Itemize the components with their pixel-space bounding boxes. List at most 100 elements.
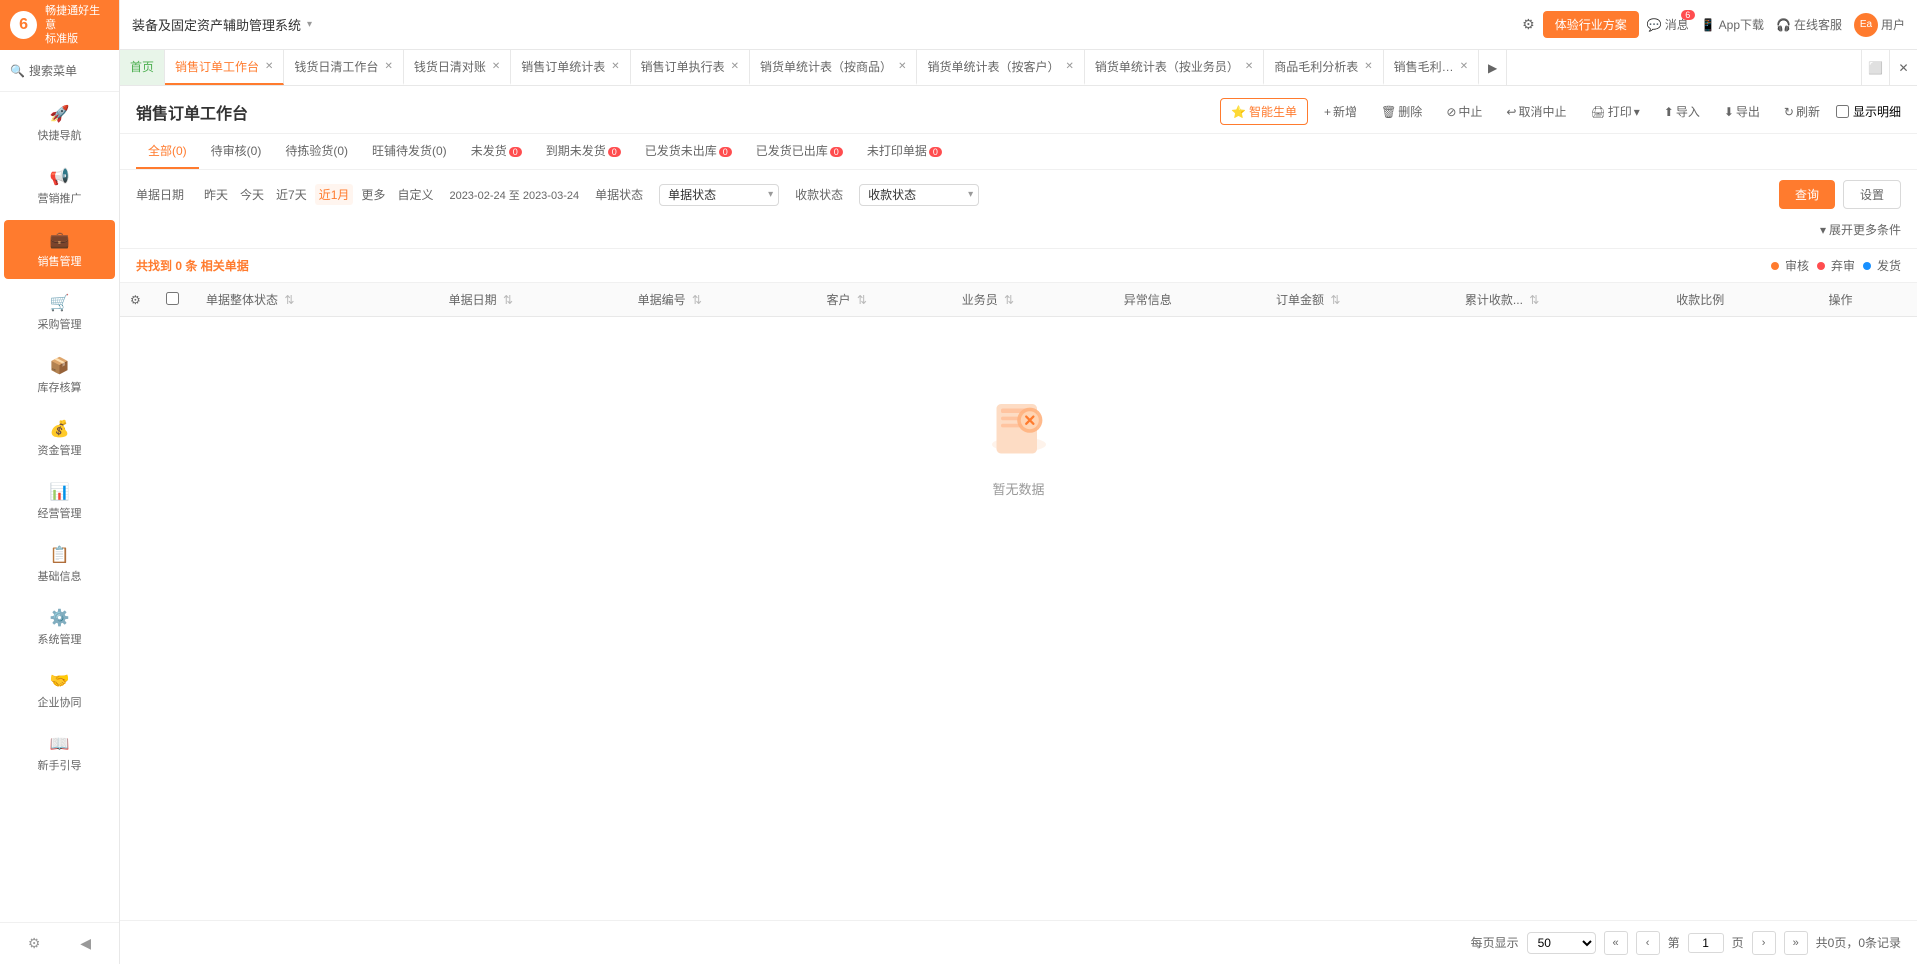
tab-restore-button[interactable]: ⬜ <box>1861 50 1889 86</box>
page-input[interactable] <box>1688 933 1724 953</box>
online-service-button[interactable]: 🎧 在线客服 <box>1776 16 1842 33</box>
expand-filter-button[interactable]: ▾ 展开更多条件 <box>1820 221 1901 238</box>
filter-opt-today[interactable]: 今天 <box>236 184 268 205</box>
tab-customer-stats[interactable]: 销货单统计表（按客户） ✕ <box>917 50 1084 85</box>
sidebar-item-sales[interactable]: 💼 销售管理 <box>4 220 115 279</box>
tab-home[interactable]: 首页 <box>120 50 165 85</box>
stop-button[interactable]: ⊘ 中止 <box>1438 99 1490 124</box>
tab-cash-daily[interactable]: 钱货日清工作台 ✕ <box>284 50 403 85</box>
tab-close-all-button[interactable]: ✕ <box>1889 50 1917 86</box>
tab-close-icon[interactable]: ✕ <box>611 61 619 72</box>
tab-close-icon[interactable]: ✕ <box>1245 61 1253 72</box>
system-icon: ⚙️ <box>50 608 70 628</box>
export-button[interactable]: ⬇ 导出 <box>1716 99 1768 124</box>
sub-tab-all[interactable]: 全部(0) <box>136 134 199 169</box>
experience-button[interactable]: 体验行业方案 <box>1543 11 1639 38</box>
import-icon: ⬆ <box>1664 105 1674 119</box>
new-button[interactable]: + 新增 <box>1316 99 1365 124</box>
filter-opt-custom[interactable]: 自定义 <box>393 184 437 205</box>
show-detail-checkbox[interactable] <box>1836 105 1849 118</box>
cancel-stop-button[interactable]: ↩ 取消中止 <box>1498 99 1574 124</box>
message-button[interactable]: 💬 消息 6 <box>1647 16 1689 33</box>
filter-setting-button[interactable]: 设置 <box>1843 180 1901 209</box>
tab-close-icon[interactable]: ✕ <box>1364 61 1372 72</box>
tab-more-button[interactable]: ▶ <box>1479 50 1507 85</box>
col-settings[interactable]: ⚙ <box>120 283 156 317</box>
horizontal-scroll[interactable] <box>120 906 1917 920</box>
refresh-button[interactable]: ↻ 刷新 <box>1776 99 1828 124</box>
tab-staff-stats[interactable]: 销货单统计表（按业务员） ✕ <box>1085 50 1264 85</box>
show-detail-checkbox-wrap[interactable]: 显示明细 <box>1836 103 1901 120</box>
smart-create-button[interactable]: ⭐ 智能生单 <box>1220 98 1308 125</box>
query-button[interactable]: 查询 <box>1779 180 1835 209</box>
filter-opt-month[interactable]: 近1月 <box>315 184 354 205</box>
prev-page-button[interactable]: ‹ <box>1636 931 1660 955</box>
col-checkbox[interactable] <box>156 283 196 317</box>
sub-tab-not-shipped[interactable]: 未发货0 <box>459 134 534 169</box>
sidebar-item-finance[interactable]: 💰 资金管理 <box>4 409 115 468</box>
tab-sales-workbench[interactable]: 销售订单工作台 ✕ <box>165 50 284 85</box>
sidebar-item-quick-nav[interactable]: 🚀 快捷导航 <box>4 94 115 153</box>
sub-tab-pending-review[interactable]: 待审核(0) <box>199 134 274 169</box>
sub-tab-overdue[interactable]: 到期未发货0 <box>534 134 633 169</box>
sidebar-item-basic[interactable]: 📋 基础信息 <box>4 535 115 594</box>
sub-tab-shipped-out[interactable]: 已发货已出库0 <box>744 134 855 169</box>
sidebar-item-inventory[interactable]: 📦 库存核算 <box>4 346 115 405</box>
tab-close-icon[interactable]: ✕ <box>1065 61 1073 72</box>
col-staff[interactable]: 业务员 ⇅ <box>952 283 1114 317</box>
tab-close-icon[interactable]: ✕ <box>898 61 906 72</box>
page-size-select[interactable]: 50 20 100 <box>1527 932 1596 954</box>
sidebar-item-marketing[interactable]: 📢 营销推广 <box>4 157 115 216</box>
cancel-audit-button[interactable]: 弃审 <box>1817 257 1855 274</box>
last-page-button[interactable]: » <box>1784 931 1808 955</box>
tab-profit-analysis[interactable]: 商品毛利分析表 ✕ <box>1264 50 1383 85</box>
settings-button[interactable]: ⚙ <box>24 931 45 956</box>
filter-opt-more[interactable]: 更多 <box>357 184 389 205</box>
first-page-button[interactable]: « <box>1604 931 1628 955</box>
tab-close-icon[interactable]: ✕ <box>265 61 273 72</box>
collapse-button[interactable]: ◀ <box>76 931 95 956</box>
app-download-button[interactable]: 📱 App下载 <box>1701 16 1764 33</box>
import-button[interactable]: ⬆ 导入 <box>1656 99 1708 124</box>
col-status[interactable]: 单据整体状态 ⇅ <box>196 283 439 317</box>
sub-tab-not-printed[interactable]: 未打印单据0 <box>855 134 954 169</box>
col-collected[interactable]: 累计收款... ⇅ <box>1455 283 1666 317</box>
payment-select[interactable]: 收款状态 <box>859 184 979 206</box>
sidebar-item-purchase[interactable]: 🛒 采购管理 <box>4 283 115 342</box>
tab-close-icon[interactable]: ✕ <box>384 61 392 72</box>
headset-icon: 🎧 <box>1776 18 1791 32</box>
tab-sales-stats[interactable]: 销售订单统计表 ✕ <box>511 50 630 85</box>
tab-goods-stats[interactable]: 销货单统计表（按商品） ✕ <box>750 50 917 85</box>
delete-button[interactable]: 🗑 删除 <box>1373 99 1430 124</box>
tab-sales-exec[interactable]: 销售订单执行表 ✕ <box>631 50 750 85</box>
user-menu-button[interactable]: Ea 用户 <box>1854 13 1905 37</box>
filter-opt-7days[interactable]: 近7天 <box>272 184 311 205</box>
col-date[interactable]: 单据日期 ⇅ <box>439 283 628 317</box>
tab-cash-reconcile[interactable]: 钱货日清对账 ✕ <box>404 50 511 85</box>
audit-button[interactable]: 审核 <box>1771 257 1809 274</box>
tab-close-icon[interactable]: ✕ <box>492 61 500 72</box>
logo-text: 畅捷通好生意 标准版 <box>45 4 109 47</box>
tab-close-icon[interactable]: ✕ <box>1460 61 1468 72</box>
sidebar-item-enterprise[interactable]: 🤝 企业协同 <box>4 661 115 720</box>
sub-tab-shipped-not-out[interactable]: 已发货未出库0 <box>633 134 744 169</box>
print-button[interactable]: 🖨 打印 ▾ <box>1582 99 1647 124</box>
tab-sales-profit[interactable]: 销售毛利… ✕ <box>1384 50 1479 85</box>
status-select[interactable]: 单据状态 <box>659 184 779 206</box>
sub-tab-pending-pick[interactable]: 待拣验货(0) <box>273 134 360 169</box>
filter-opt-yesterday[interactable]: 昨天 <box>200 184 232 205</box>
sub-tab-wangpu[interactable]: 旺铺待发货(0) <box>360 134 459 169</box>
col-number[interactable]: 单据编号 ⇅ <box>628 283 817 317</box>
col-amount[interactable]: 订单金额 ⇅ <box>1266 283 1455 317</box>
table-wrap[interactable]: ⚙ 单据整体状态 ⇅ 单据日期 ⇅ 单据编号 ⇅ 客户 ⇅ 业务员 ⇅ 异常信息… <box>120 283 1917 906</box>
search-menu-button[interactable]: 🔍 搜索菜单 <box>6 58 113 83</box>
select-all-checkbox[interactable] <box>166 292 179 305</box>
sidebar-item-system[interactable]: ⚙️ 系统管理 <box>4 598 115 657</box>
tab-close-icon[interactable]: ✕ <box>731 61 739 72</box>
col-customer[interactable]: 客户 ⇅ <box>816 283 951 317</box>
sidebar-item-operations[interactable]: 📊 经营管理 <box>4 472 115 531</box>
ship-button[interactable]: 发货 <box>1863 257 1901 274</box>
settings-icon[interactable]: ⚙ <box>1522 16 1535 33</box>
sidebar-item-guide[interactable]: 📖 新手引导 <box>4 724 115 783</box>
next-page-button[interactable]: › <box>1752 931 1776 955</box>
